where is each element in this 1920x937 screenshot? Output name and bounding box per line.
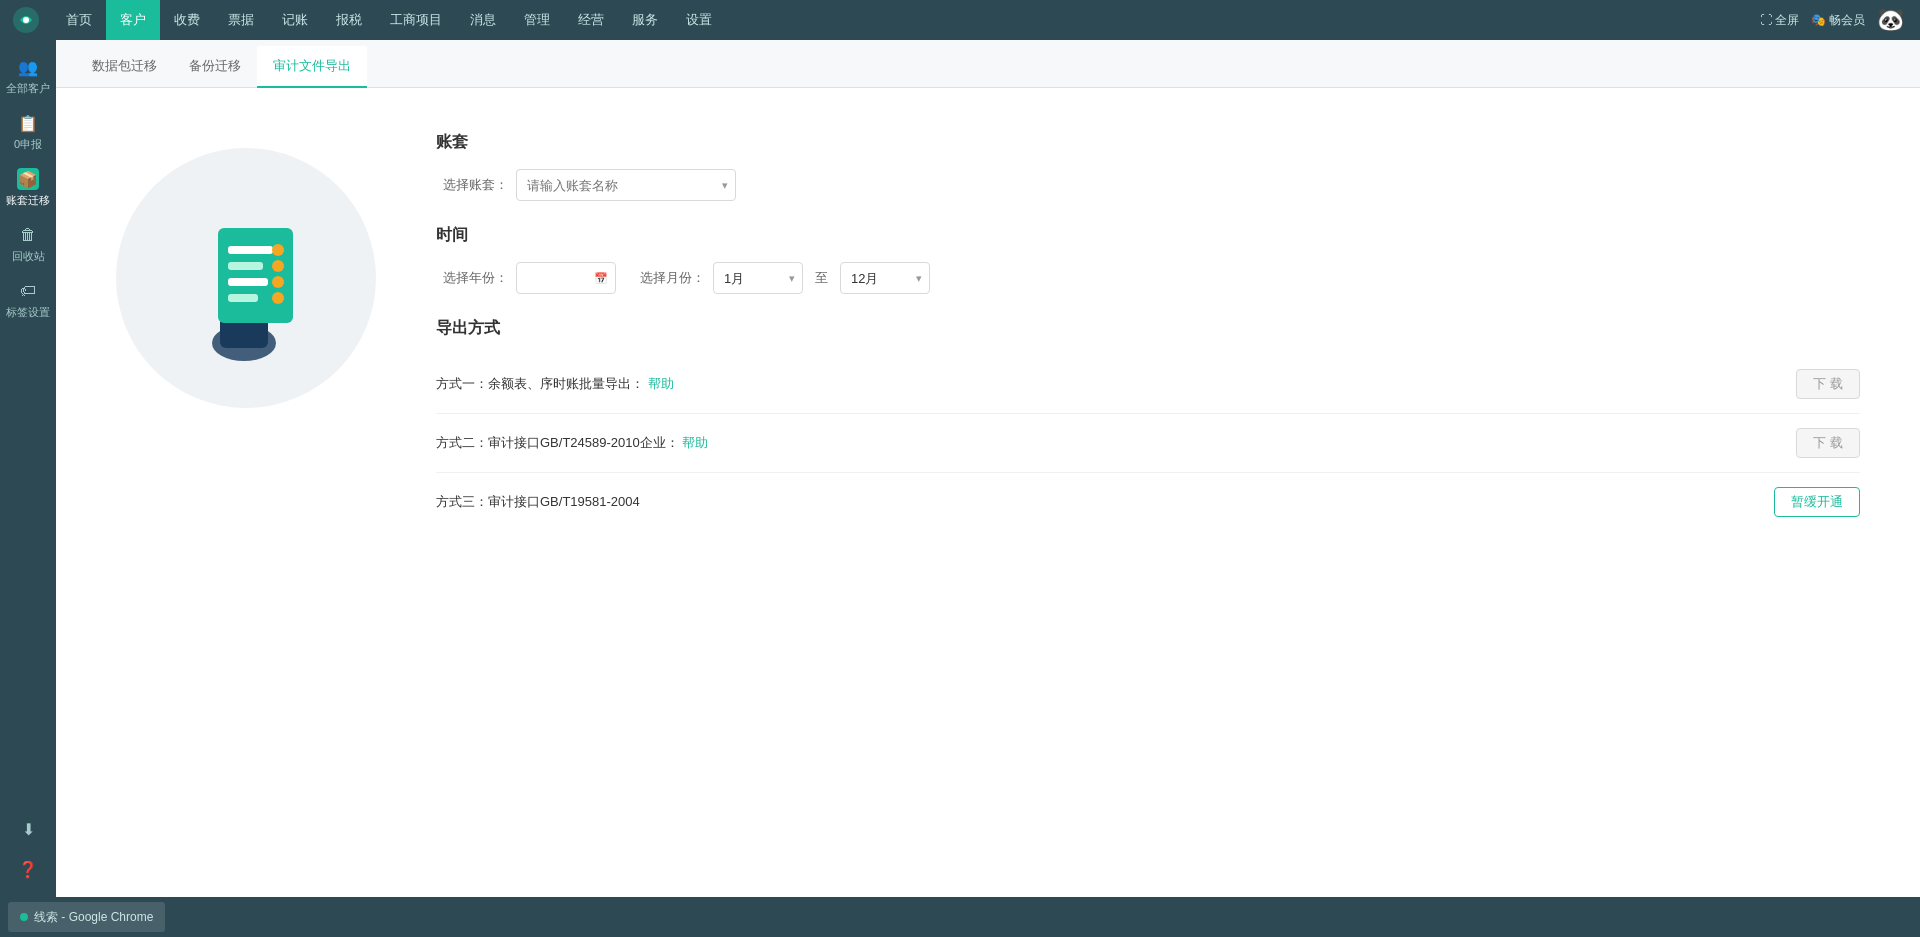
nav-invoice[interactable]: 票据: [214, 0, 268, 40]
svg-point-11: [272, 276, 284, 288]
taskbar-item-chrome[interactable]: 线索 - Google Chrome: [8, 902, 165, 932]
export-method-1-label: 方式一：余额表、序时账批量导出： 帮助: [436, 375, 1796, 393]
export-method-3-btn[interactable]: 暂缓开通: [1774, 487, 1860, 517]
sidebar-item-all-customers[interactable]: 👥 全部客户: [0, 48, 56, 104]
year-input[interactable]: 2023: [516, 262, 616, 294]
accounts-input[interactable]: [516, 169, 736, 201]
sidebar-bottom: ⬇ ❓: [12, 813, 44, 897]
svg-point-12: [272, 292, 284, 304]
time-field-row: 选择年份： 2023 📅 选择月份： 1月2月3月4月 5月6月7月8月 9月1…: [436, 262, 1860, 294]
help-icon[interactable]: ❓: [12, 853, 44, 885]
sidebar-item-zero-declare[interactable]: 📋 0申报: [0, 104, 56, 160]
main-layout: 👥 全部客户 📋 0申报 📦 账套迁移 🗑 回收站 🏷 标签设置 ⬇ ❓ 数据包…: [0, 40, 1920, 897]
month-from-select[interactable]: 1月2月3月4月 5月6月7月8月 9月10月11月12月: [713, 262, 803, 294]
recycle-icon: 🗑: [17, 224, 39, 246]
tab-audit-export[interactable]: 审计文件导出: [257, 46, 367, 88]
month-label: 选择月份：: [640, 269, 705, 287]
sidebar: 👥 全部客户 📋 0申报 📦 账套迁移 🗑 回收站 🏷 标签设置 ⬇ ❓: [0, 40, 56, 897]
export-method-1-help[interactable]: 帮助: [648, 376, 674, 391]
svg-point-9: [272, 244, 284, 256]
export-method-2: 方式二：审计接口GB/T24589-2010企业： 帮助 下 载: [436, 414, 1860, 473]
taskbar-dot: [20, 913, 28, 921]
page-body: 账套 选择账套： ▾ 时间 选择年份： 2023 📅 选择: [56, 88, 1920, 897]
month-to-wrap: 1月2月3月4月 5月6月7月8月 9月10月11月 12月 ▾: [840, 262, 930, 294]
nav-operation[interactable]: 经营: [564, 0, 618, 40]
form-section: 账套 选择账套： ▾ 时间 选择年份： 2023 📅 选择: [436, 128, 1860, 531]
member-btn[interactable]: 🎭 畅会员: [1811, 12, 1865, 29]
svg-point-10: [272, 260, 284, 272]
nav-service[interactable]: 服务: [618, 0, 672, 40]
illustration: [116, 148, 376, 408]
export-method-2-label: 方式二：审计接口GB/T24589-2010企业： 帮助: [436, 434, 1796, 452]
accounts-title: 账套: [436, 132, 1860, 153]
member-icon: 🎭: [1811, 13, 1826, 27]
customers-icon: 👥: [17, 56, 39, 78]
tab-data-package-migrate[interactable]: 数据包迁移: [76, 46, 173, 88]
app-logo: [8, 2, 44, 38]
export-method-1: 方式一：余额表、序时账批量导出： 帮助 下 载: [436, 355, 1860, 414]
sidebar-item-migrate[interactable]: 📦 账套迁移: [0, 160, 56, 216]
nav-items: 首页 客户 收费 票据 记账 报税 工商项目 消息 管理 经营 服务 设置: [52, 0, 1760, 40]
nav-right: ⛶ 全屏 🎭 畅会员 🐼: [1760, 7, 1920, 33]
export-section: 导出方式 方式一：余额表、序时账批量导出： 帮助 下 载 方式二：审计接口GB/…: [436, 318, 1860, 531]
month-from-wrap: 1月2月3月4月 5月6月7月8月 9月10月11月12月 ▾: [713, 262, 803, 294]
tags-icon: 🏷: [17, 280, 39, 302]
sidebar-item-tags[interactable]: 🏷 标签设置: [0, 272, 56, 328]
month-to-select[interactable]: 1月2月3月4月 5月6月7月8月 9月10月11月 12月: [840, 262, 930, 294]
avatar[interactable]: 🐼: [1877, 7, 1904, 33]
top-nav: 首页 客户 收费 票据 记账 报税 工商项目 消息 管理 经营 服务 设置 ⛶ …: [0, 0, 1920, 40]
svg-rect-8: [228, 294, 258, 302]
export-method-3: 方式三：审计接口GB/T19581-2004 暂缓开通: [436, 473, 1860, 531]
year-label: 选择年份：: [436, 269, 508, 287]
declare-icon: 📋: [17, 112, 39, 134]
sidebar-item-recycle[interactable]: 🗑 回收站: [0, 216, 56, 272]
taskbar-item-label: 线索 - Google Chrome: [34, 909, 153, 926]
export-method-3-label: 方式三：审计接口GB/T19581-2004: [436, 493, 1774, 511]
export-method-2-help[interactable]: 帮助: [682, 435, 708, 450]
export-method-1-btn[interactable]: 下 载: [1796, 369, 1860, 399]
time-title: 时间: [436, 225, 1860, 246]
svg-rect-5: [228, 246, 273, 254]
nav-customers[interactable]: 客户: [106, 0, 160, 40]
nav-business[interactable]: 工商项目: [376, 0, 456, 40]
svg-rect-6: [228, 262, 263, 270]
svg-rect-4: [218, 228, 293, 323]
accounts-field-row: 选择账套： ▾: [436, 169, 1860, 201]
export-method-2-btn[interactable]: 下 载: [1796, 428, 1860, 458]
svg-rect-7: [228, 278, 268, 286]
accounts-input-wrap: ▾: [516, 169, 736, 201]
to-separator: 至: [811, 269, 832, 287]
tab-backup-migrate[interactable]: 备份迁移: [173, 46, 257, 88]
content-area: 数据包迁移 备份迁移 审计文件导出: [56, 40, 1920, 897]
fullscreen-icon: ⛶: [1760, 13, 1772, 27]
nav-billing[interactable]: 收费: [160, 0, 214, 40]
sub-tabs: 数据包迁移 备份迁移 审计文件导出: [56, 40, 1920, 88]
accounts-label: 选择账套：: [436, 176, 508, 194]
nav-settings[interactable]: 设置: [672, 0, 726, 40]
taskbar: 线索 - Google Chrome: [0, 897, 1920, 937]
nav-home[interactable]: 首页: [52, 0, 106, 40]
fullscreen-btn[interactable]: ⛶ 全屏: [1760, 12, 1799, 29]
nav-manage[interactable]: 管理: [510, 0, 564, 40]
svg-point-1: [23, 17, 29, 23]
nav-accounting[interactable]: 记账: [268, 0, 322, 40]
migrate-icon: 📦: [17, 168, 39, 190]
download-icon[interactable]: ⬇: [12, 813, 44, 845]
nav-message[interactable]: 消息: [456, 0, 510, 40]
export-title: 导出方式: [436, 318, 1860, 339]
nav-tax[interactable]: 报税: [322, 0, 376, 40]
